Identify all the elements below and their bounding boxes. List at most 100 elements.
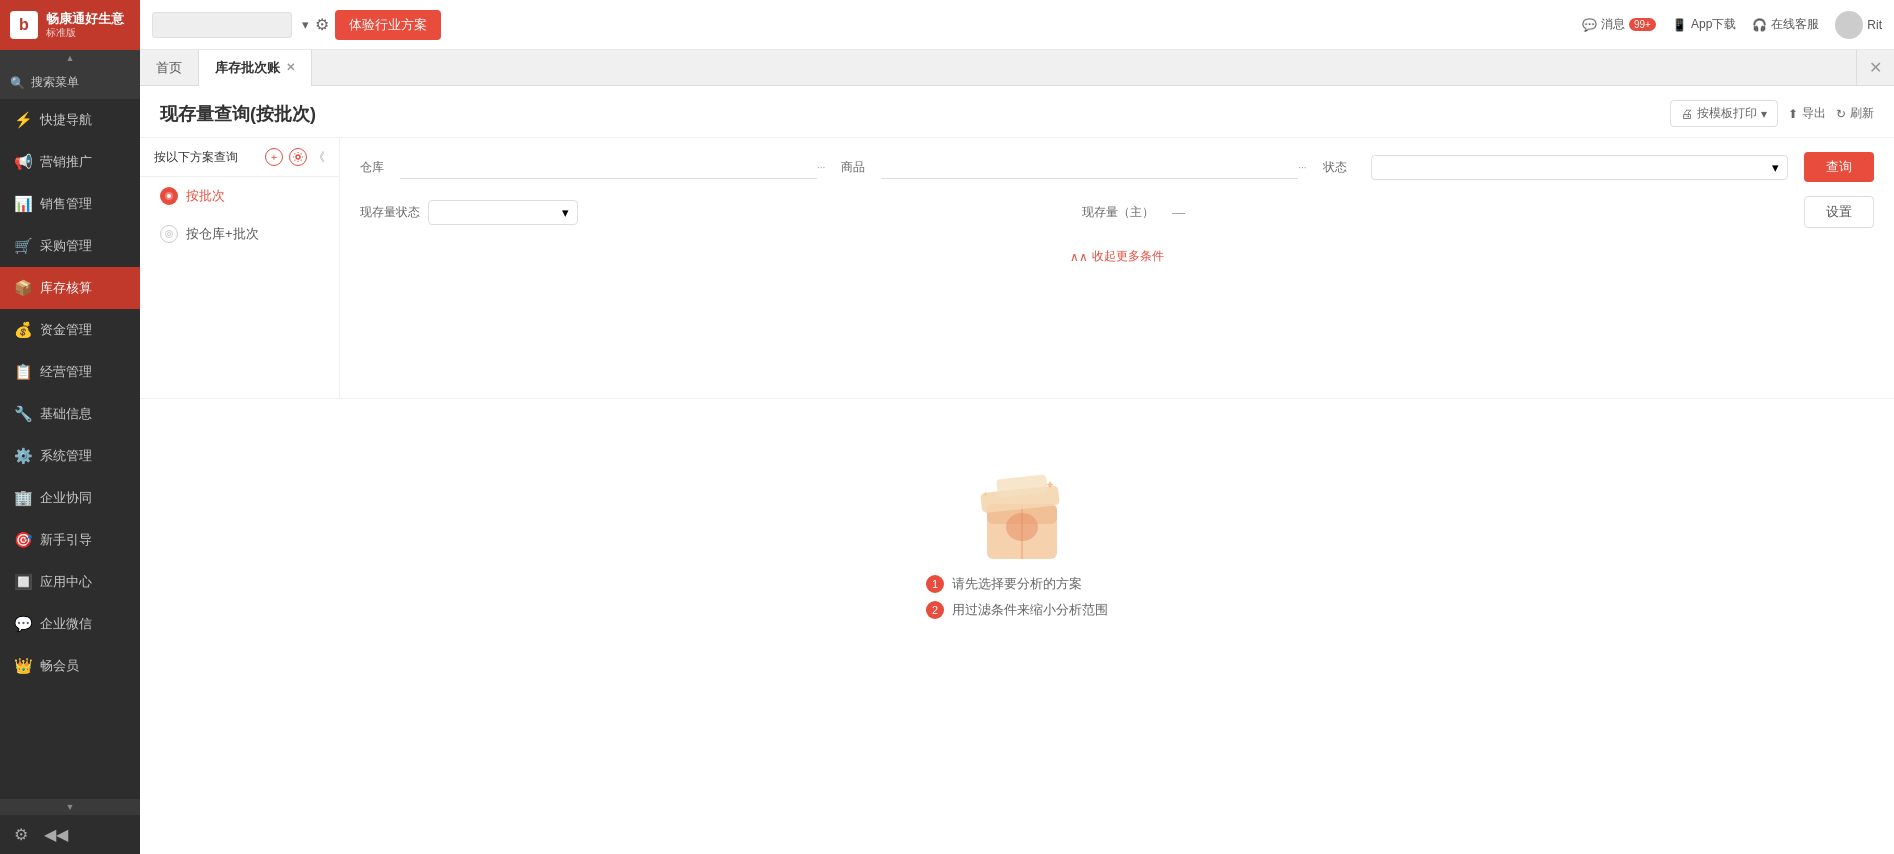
- tab-home[interactable]: 首页: [140, 50, 199, 86]
- filter-item-by-warehouse-batch[interactable]: 按仓库+批次: [140, 215, 339, 253]
- svg-point-0: [296, 155, 300, 159]
- warehouse-label: 仓库: [360, 159, 400, 176]
- sidebar-item-operations[interactable]: 📋 经营管理: [0, 351, 140, 393]
- product-more-icon[interactable]: ···: [1298, 162, 1306, 173]
- inactive-scheme-dot: [160, 225, 178, 243]
- sidebar-item-label: 企业微信: [40, 615, 92, 633]
- tab-home-label: 首页: [156, 59, 182, 77]
- settings-outline-icon: [164, 229, 174, 239]
- sidebar-scroll-up[interactable]: ▲: [0, 50, 140, 66]
- topbar-dropdown-icon[interactable]: ▾: [302, 17, 309, 32]
- sales-icon: 📊: [14, 195, 32, 213]
- message-action[interactable]: 💬 消息 99+: [1582, 16, 1656, 33]
- settings-gear-icon[interactable]: ⚙: [14, 825, 28, 844]
- step-2-num: 2: [926, 601, 944, 619]
- template-print-button[interactable]: 🖨 按模板打印 ▾: [1670, 100, 1778, 127]
- filter-item-by-warehouse-batch-label: 按仓库+批次: [186, 225, 259, 243]
- settings-button[interactable]: 设置: [1804, 196, 1874, 228]
- sidebar-item-label: 经营管理: [40, 363, 92, 381]
- tab-close-icon[interactable]: ✕: [286, 61, 295, 74]
- finance-icon: 💰: [14, 321, 32, 339]
- sidebar-item-label: 应用中心: [40, 573, 92, 591]
- empty-state: ✦ ✦ 1 请先选择要分析的方案 2 用过滤条件来缩小分析范围: [140, 399, 1894, 667]
- sidebar-item-system[interactable]: ⚙️ 系统管理: [0, 435, 140, 477]
- collapse-left-icon[interactable]: 《: [313, 149, 325, 166]
- warehouse-field: 仓库 ···: [360, 156, 825, 179]
- topbar-search-box: [152, 12, 292, 38]
- wechat-icon: 💬: [14, 615, 32, 633]
- add-scheme-button[interactable]: +: [265, 148, 283, 166]
- scheme-settings-button[interactable]: [289, 148, 307, 166]
- inventory-main-label: 现存量（主）: [1082, 204, 1154, 221]
- refresh-button[interactable]: ↻ 刷新: [1836, 105, 1874, 122]
- phone-icon: 📱: [1672, 18, 1687, 32]
- filter-item-by-batch[interactable]: 按批次: [140, 177, 339, 215]
- status-select[interactable]: ▾: [1371, 155, 1788, 180]
- topbar-left: ▾ ⚙ 体验行业方案: [152, 10, 1574, 40]
- product-input[interactable]: [881, 156, 1298, 179]
- svg-point-2: [167, 194, 171, 198]
- sidebar-item-inventory[interactable]: 📦 库存核算: [0, 267, 140, 309]
- basic-icon: 🔧: [14, 405, 32, 423]
- warehouse-input[interactable]: [400, 156, 817, 179]
- tabs-close-all-button[interactable]: ✕: [1856, 50, 1894, 86]
- sidebar-item-purchase[interactable]: 🛒 采购管理: [0, 225, 140, 267]
- sidebar-item-basic[interactable]: 🔧 基础信息: [0, 393, 140, 435]
- query-button[interactable]: 查询: [1804, 152, 1874, 182]
- inventory-status-caret-icon: ▾: [562, 205, 569, 220]
- active-scheme-dot: [160, 187, 178, 205]
- product-label: 商品: [841, 159, 881, 176]
- sidebar-item-finance[interactable]: 💰 资金管理: [0, 309, 140, 351]
- sidebar-item-quicknav[interactable]: ⚡ 快捷导航: [0, 99, 140, 141]
- sidebar-item-label: 畅会员: [40, 657, 79, 675]
- newuser-icon: 🎯: [14, 531, 32, 549]
- online-service-action[interactable]: 🎧 在线客服: [1752, 16, 1819, 33]
- trial-button[interactable]: 体验行业方案: [335, 10, 441, 40]
- sidebar-item-label: 系统管理: [40, 447, 92, 465]
- sidebar-item-vip[interactable]: 👑 畅会员: [0, 645, 140, 687]
- sidebar-search-item[interactable]: 🔍 搜索菜单: [0, 66, 140, 99]
- sidebar-item-label: 企业协同: [40, 489, 92, 507]
- tab-inventory-batch[interactable]: 库存批次账 ✕: [199, 50, 312, 86]
- collapse-more-button[interactable]: ∧∧ 收起更多条件: [360, 238, 1874, 275]
- step-1-text: 请先选择要分析的方案: [952, 575, 1082, 593]
- inventory-separator: —: [1162, 205, 1195, 220]
- marketing-icon: 📢: [14, 153, 32, 171]
- sidebar: b 畅康通好生意 标准版 ▲ 🔍 搜索菜单 ⚡ 快捷导航 📢 营销推广 📊 销售…: [0, 0, 140, 854]
- empty-box-svg: ✦ ✦: [967, 459, 1077, 569]
- sidebar-item-wechat[interactable]: 💬 企业微信: [0, 603, 140, 645]
- page-content: 现存量查询(按批次) 🖨 按模板打印 ▾ ⬆ 导出 ↻ 刷新: [140, 86, 1894, 854]
- filter-left-actions: + 《: [265, 148, 325, 166]
- app-title-block: 畅康通好生意 标准版: [46, 11, 124, 39]
- sidebar-item-sales[interactable]: 📊 销售管理: [0, 183, 140, 225]
- inventory-status-select[interactable]: ▾: [428, 200, 578, 225]
- empty-step-2: 2 用过滤条件来缩小分析范围: [926, 601, 1108, 619]
- app-name: 畅康通好生意: [46, 11, 124, 27]
- page-header-actions: 🖨 按模板打印 ▾ ⬆ 导出 ↻ 刷新: [1670, 100, 1874, 127]
- filter-row-1: 仓库 ··· 商品 ··· 状态: [360, 152, 1874, 182]
- sidebar-item-appcenter[interactable]: 🔲 应用中心: [0, 561, 140, 603]
- sidebar-item-newuser[interactable]: 🎯 新手引导: [0, 519, 140, 561]
- collapse-icon: ∧∧: [1070, 250, 1088, 264]
- sidebar-item-label: 资金管理: [40, 321, 92, 339]
- warehouse-more-icon[interactable]: ···: [817, 162, 825, 173]
- filter-left-header: 按以下方案查询 + 《: [140, 138, 339, 177]
- topbar-right: 💬 消息 99+ 📱 App下载 🎧 在线客服 Rit: [1582, 11, 1882, 39]
- sidebar-scroll-down[interactable]: ▼: [0, 799, 140, 815]
- export-button[interactable]: ⬆ 导出: [1788, 105, 1826, 122]
- step-2-text: 用过滤条件来缩小分析范围: [952, 601, 1108, 619]
- sidebar-item-label: 基础信息: [40, 405, 92, 423]
- dropdown-arrow-icon: ▾: [1761, 107, 1767, 121]
- app-edition: 标准版: [46, 27, 124, 39]
- search-icon: 🔍: [10, 76, 25, 90]
- app-download-action[interactable]: 📱 App下载: [1672, 16, 1736, 33]
- system-icon: ⚙️: [14, 447, 32, 465]
- sidebar-collapse-icon[interactable]: ◀◀: [44, 825, 68, 844]
- user-avatar-action[interactable]: Rit: [1835, 11, 1882, 39]
- topbar-settings-icon[interactable]: ⚙: [315, 15, 329, 34]
- headset-icon: 🎧: [1752, 18, 1767, 32]
- sidebar-item-marketing[interactable]: 📢 营销推广: [0, 141, 140, 183]
- message-icon: 💬: [1582, 18, 1597, 32]
- message-label: 消息: [1601, 16, 1625, 33]
- sidebar-item-enterprise[interactable]: 🏢 企业协同: [0, 477, 140, 519]
